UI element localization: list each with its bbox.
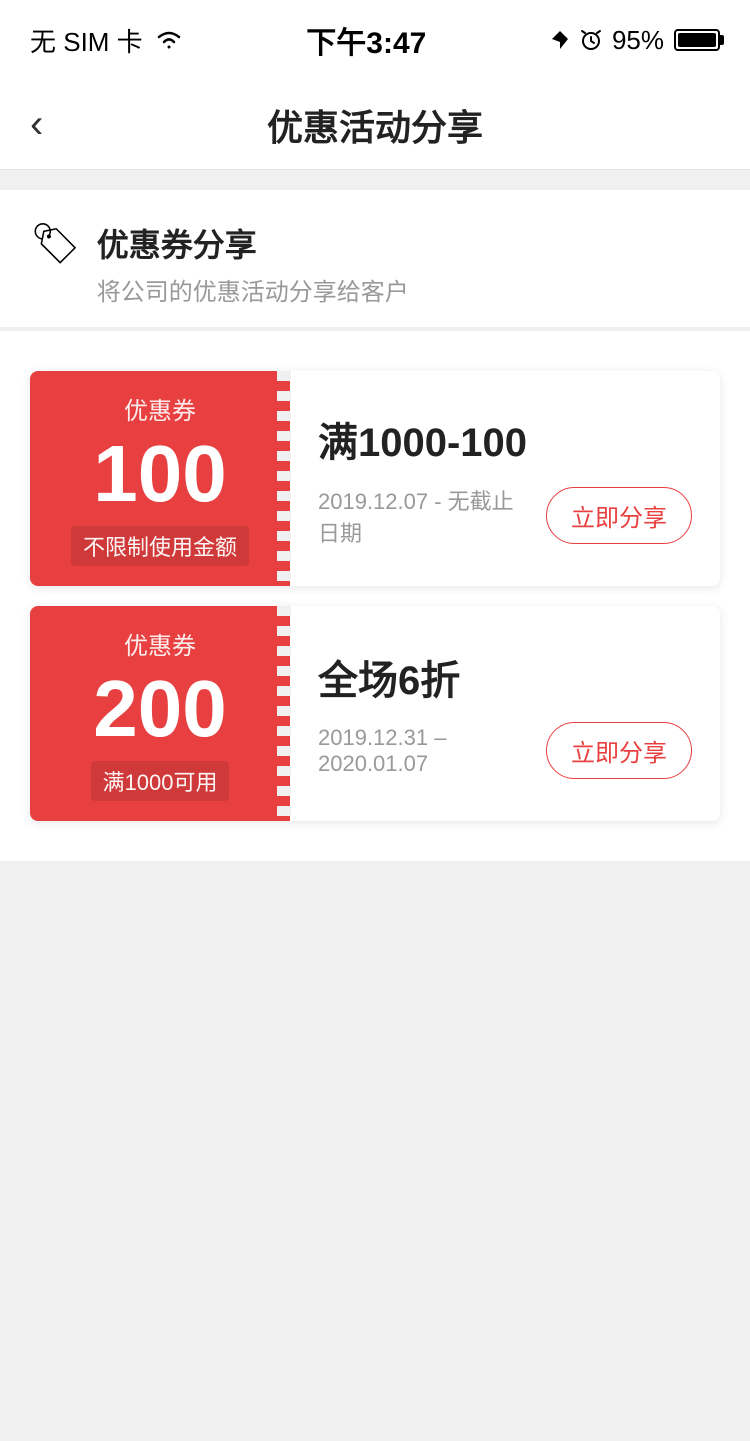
bottom-area bbox=[0, 861, 750, 1441]
share-button-1[interactable]: 立即分享 bbox=[546, 487, 692, 544]
section-title: 优惠券分享 bbox=[97, 220, 409, 266]
coupon-amount-1: 100 bbox=[93, 434, 226, 514]
share-button-2[interactable]: 立即分享 bbox=[546, 722, 692, 779]
coupon-left-2: 优惠券 200 满1000可用 bbox=[30, 606, 290, 821]
alarm-icon bbox=[580, 29, 602, 51]
status-bar: 无 SIM 卡 下午3:47 95% bbox=[0, 0, 750, 80]
coupon-card-1: 优惠券 100 不限制使用金额 满1000-100 2019.12.07 - 无… bbox=[30, 371, 720, 586]
battery-icon bbox=[674, 29, 720, 51]
section-header: 🏷 优惠券分享 将公司的优惠活动分享给客户 bbox=[0, 190, 750, 327]
wifi-icon bbox=[155, 29, 183, 51]
coupon-amount-2: 200 bbox=[93, 669, 226, 749]
coupon-name-2: 全场6折 bbox=[318, 648, 692, 706]
nav-bar: ‹ 优惠活动分享 bbox=[0, 80, 750, 170]
location-icon bbox=[550, 29, 570, 51]
coupon-left-1: 优惠券 100 不限制使用金额 bbox=[30, 371, 290, 586]
section-subtitle: 将公司的优惠活动分享给客户 bbox=[97, 272, 409, 307]
coupon-label-1: 优惠券 bbox=[124, 391, 196, 426]
coupon-section-icon: 🏷 bbox=[30, 224, 81, 264]
section-text-group: 优惠券分享 将公司的优惠活动分享给客户 bbox=[97, 220, 409, 307]
status-right: 95% bbox=[550, 25, 720, 56]
coupon-right-2: 全场6折 2019.12.31 – 2020.01.07 立即分享 bbox=[290, 606, 720, 821]
coupon-meta-2: 2019.12.31 – 2020.01.07 立即分享 bbox=[318, 722, 692, 779]
coupon-condition-2: 满1000可用 bbox=[91, 761, 230, 801]
carrier-text: 无 SIM 卡 bbox=[30, 22, 143, 59]
status-left: 无 SIM 卡 bbox=[30, 22, 183, 59]
coupon-condition-1: 不限制使用金额 bbox=[71, 526, 249, 566]
coupon-date-1: 2019.12.07 - 无截止日期 bbox=[318, 484, 534, 548]
back-button[interactable]: ‹ bbox=[30, 102, 43, 147]
coupon-name-1: 满1000-100 bbox=[318, 410, 692, 468]
battery-percent: 95% bbox=[612, 25, 664, 56]
status-time: 下午3:47 bbox=[306, 18, 426, 62]
nav-title: 优惠活动分享 bbox=[267, 99, 483, 151]
coupon-label-2: 优惠券 bbox=[124, 626, 196, 661]
coupon-meta-1: 2019.12.07 - 无截止日期 立即分享 bbox=[318, 484, 692, 548]
coupon-right-1: 满1000-100 2019.12.07 - 无截止日期 立即分享 bbox=[290, 371, 720, 586]
coupon-list: 优惠券 100 不限制使用金额 满1000-100 2019.12.07 - 无… bbox=[0, 331, 750, 861]
coupon-card-2: 优惠券 200 满1000可用 全场6折 2019.12.31 – 2020.0… bbox=[30, 606, 720, 821]
coupon-date-2: 2019.12.31 – 2020.01.07 bbox=[318, 725, 534, 777]
